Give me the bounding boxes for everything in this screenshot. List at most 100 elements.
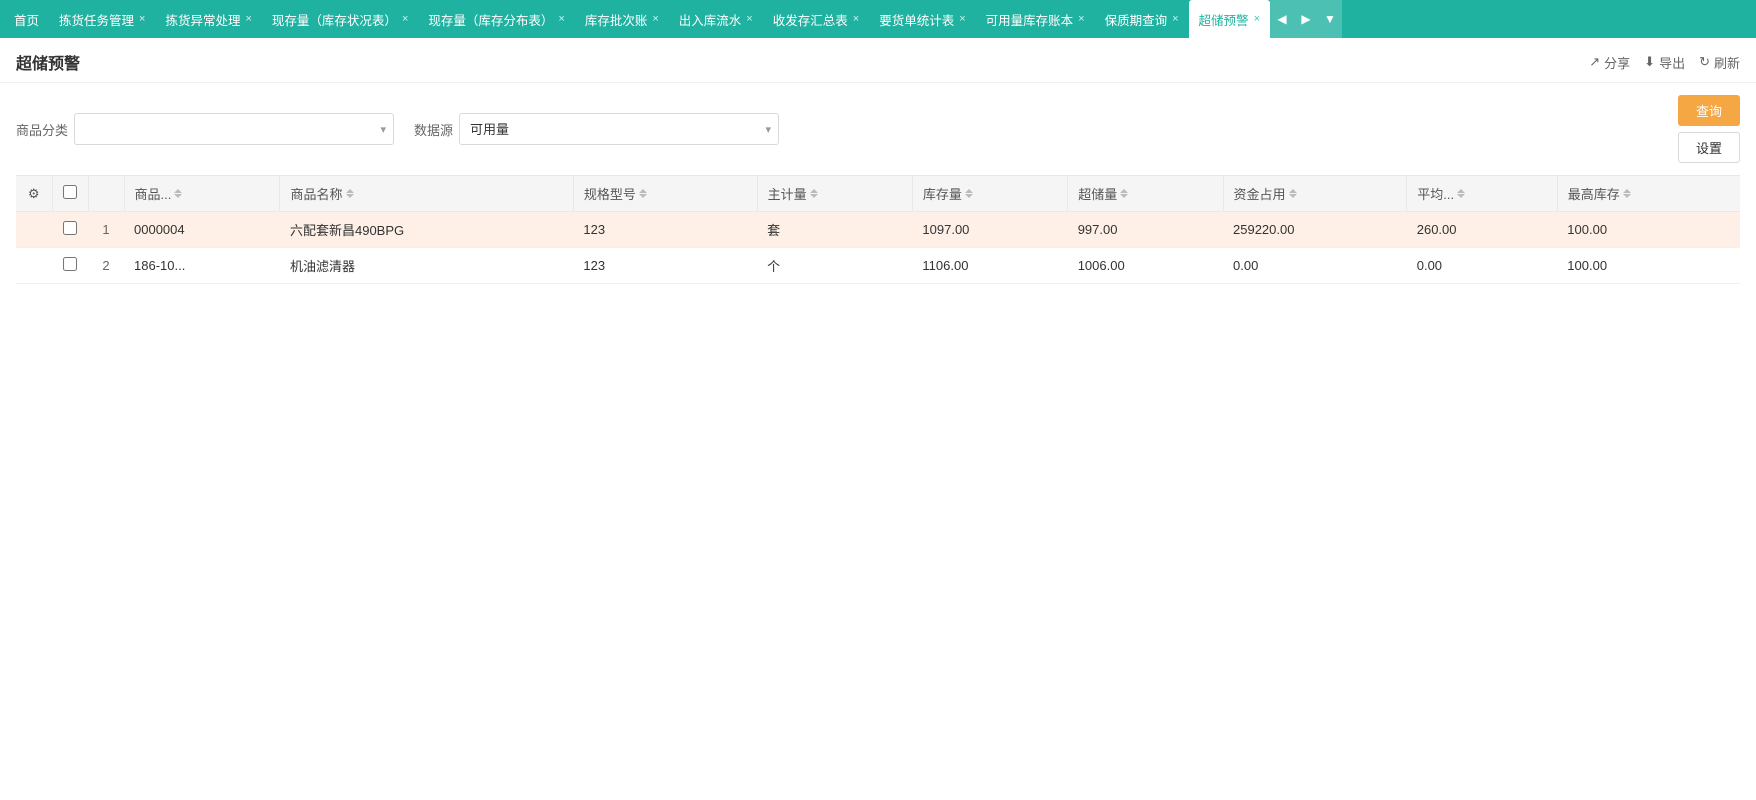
row-capital: 259220.00 [1223, 212, 1407, 248]
product-code-column-header[interactable]: 商品... [124, 176, 280, 212]
sort-icon [1457, 189, 1465, 198]
avg-column-header[interactable]: 平均... [1407, 176, 1558, 212]
row-product-code: 0000004 [124, 212, 280, 248]
select-all-checkbox[interactable] [63, 185, 77, 199]
category-filter: 商品分类 ▾ [16, 113, 394, 145]
settings-button[interactable]: 设置 [1678, 132, 1740, 163]
nav-item-task[interactable]: 拣货任务管理 × [49, 0, 155, 38]
max-stock-sort[interactable]: 最高库存 [1568, 184, 1631, 203]
table-body: 1 0000004 六配套新昌490BPG 123 套 1097.00 997.… [16, 212, 1740, 284]
row-unit: 个 [757, 248, 912, 284]
datasource-select[interactable]: 可用量 库存量 [459, 113, 779, 145]
overstock-sort[interactable]: 超储量 [1078, 184, 1128, 203]
nav-item-stock-dist[interactable]: 现存量（库存分布表） × [418, 0, 574, 38]
nav-item-home[interactable]: 首页 [4, 0, 49, 38]
product-name-sort[interactable]: 商品名称 [290, 184, 353, 203]
row-gear [16, 212, 52, 248]
row-capital: 0.00 [1223, 248, 1407, 284]
nav-item-available[interactable]: 可用量库存账本 × [976, 0, 1095, 38]
datasource-label: 数据源 [414, 120, 453, 139]
nav-item-exception[interactable]: 拣货异常处理 × [155, 0, 261, 38]
category-select[interactable] [74, 113, 394, 145]
sort-icon [965, 189, 973, 198]
data-table: ⚙ 商品... 商品名称 [16, 175, 1740, 284]
gear-column-header[interactable]: ⚙ [16, 176, 52, 212]
spec-sort[interactable]: 规格型号 [584, 184, 647, 203]
sort-icon [639, 189, 647, 198]
category-label: 商品分类 [16, 120, 68, 139]
stock-sort[interactable]: 库存量 [923, 184, 973, 203]
row-stock: 1106.00 [912, 248, 1067, 284]
overstock-column-header[interactable]: 超储量 [1068, 176, 1223, 212]
close-icon[interactable]: × [1078, 13, 1084, 25]
share-icon: ↗ [1589, 54, 1600, 70]
row-product-name: 机油滤清器 [280, 248, 573, 284]
nav-more-button[interactable]: ▼ [1318, 0, 1342, 38]
header-actions: ↗ 分享 ⬇ 导出 ↻ 刷新 [1589, 53, 1740, 72]
nav-item-order-stats[interactable]: 要货单统计表 × [869, 0, 975, 38]
row-overstock: 1006.00 [1068, 248, 1223, 284]
index-column-header [88, 176, 124, 212]
nav-item-quality[interactable]: 保质期查询 × [1095, 0, 1189, 38]
sort-icon [346, 189, 354, 198]
capital-sort[interactable]: 资金占用 [1234, 184, 1297, 203]
sort-icon [174, 189, 182, 198]
max-stock-column-header[interactable]: 最高库存 [1557, 176, 1740, 212]
nav-item-batch[interactable]: 库存批次账 × [575, 0, 669, 38]
export-button[interactable]: ⬇ 导出 [1644, 53, 1685, 72]
row-checkbox[interactable] [63, 221, 77, 235]
table-container: ⚙ 商品... 商品名称 [0, 175, 1756, 284]
row-unit: 套 [757, 212, 912, 248]
close-icon[interactable]: × [746, 13, 752, 25]
refresh-button[interactable]: ↻ 刷新 [1699, 53, 1740, 72]
stock-column-header[interactable]: 库存量 [912, 176, 1067, 212]
category-select-wrapper: ▾ [74, 113, 394, 145]
table-row: 2 186-10... 机油滤清器 123 个 1106.00 1006.00 … [16, 248, 1740, 284]
datasource-filter: 数据源 可用量 库存量 ▾ [414, 113, 779, 145]
top-navigation: 首页 拣货任务管理 × 拣货异常处理 × 现存量（库存状况表） × 现存量（库存… [0, 0, 1756, 38]
nav-item-overstock[interactable]: 超储预警 × [1189, 0, 1270, 38]
query-button[interactable]: 查询 [1678, 95, 1740, 126]
close-icon[interactable]: × [558, 13, 564, 25]
filter-buttons: 查询 设置 [1678, 95, 1740, 163]
unit-column-header[interactable]: 主计量 [757, 176, 912, 212]
product-name-column-header[interactable]: 商品名称 [280, 176, 573, 212]
close-icon[interactable]: × [402, 13, 408, 25]
nav-next-button[interactable]: ▶ [1294, 0, 1318, 38]
page-title: 超储预警 [16, 50, 80, 74]
sort-icon [810, 189, 818, 198]
row-checkbox-cell [52, 248, 88, 284]
close-icon[interactable]: × [1254, 13, 1260, 25]
row-index: 2 [88, 248, 124, 284]
product-code-sort[interactable]: 商品... [135, 184, 183, 203]
table-row: 1 0000004 六配套新昌490BPG 123 套 1097.00 997.… [16, 212, 1740, 248]
checkbox-column-header [52, 176, 88, 212]
row-product-name: 六配套新昌490BPG [280, 212, 573, 248]
row-spec: 123 [573, 248, 757, 284]
close-icon[interactable]: × [652, 13, 658, 25]
close-icon[interactable]: × [853, 13, 859, 25]
nav-item-flow[interactable]: 出入库流水 × [669, 0, 763, 38]
close-icon[interactable]: × [245, 13, 251, 25]
share-button[interactable]: ↗ 分享 [1589, 53, 1630, 72]
capital-column-header[interactable]: 资金占用 [1223, 176, 1407, 212]
page-header: 超储预警 ↗ 分享 ⬇ 导出 ↻ 刷新 [0, 38, 1756, 83]
unit-sort[interactable]: 主计量 [768, 184, 818, 203]
nav-item-stock-status[interactable]: 现存量（库存状况表） × [262, 0, 418, 38]
spec-column-header[interactable]: 规格型号 [573, 176, 757, 212]
row-avg: 0.00 [1407, 248, 1558, 284]
nav-item-summary[interactable]: 收发存汇总表 × [763, 0, 869, 38]
row-max-stock: 100.00 [1557, 212, 1740, 248]
close-icon[interactable]: × [1172, 13, 1178, 25]
nav-prev-button[interactable]: ◀ [1270, 0, 1294, 38]
export-icon: ⬇ [1644, 54, 1655, 70]
row-checkbox-cell [52, 212, 88, 248]
row-index: 1 [88, 212, 124, 248]
row-checkbox[interactable] [63, 257, 77, 271]
close-icon[interactable]: × [959, 13, 965, 25]
sort-icon [1623, 189, 1631, 198]
sort-icon [1289, 189, 1297, 198]
close-icon[interactable]: × [139, 13, 145, 25]
row-product-code: 186-10... [124, 248, 280, 284]
avg-sort[interactable]: 平均... [1417, 184, 1465, 203]
